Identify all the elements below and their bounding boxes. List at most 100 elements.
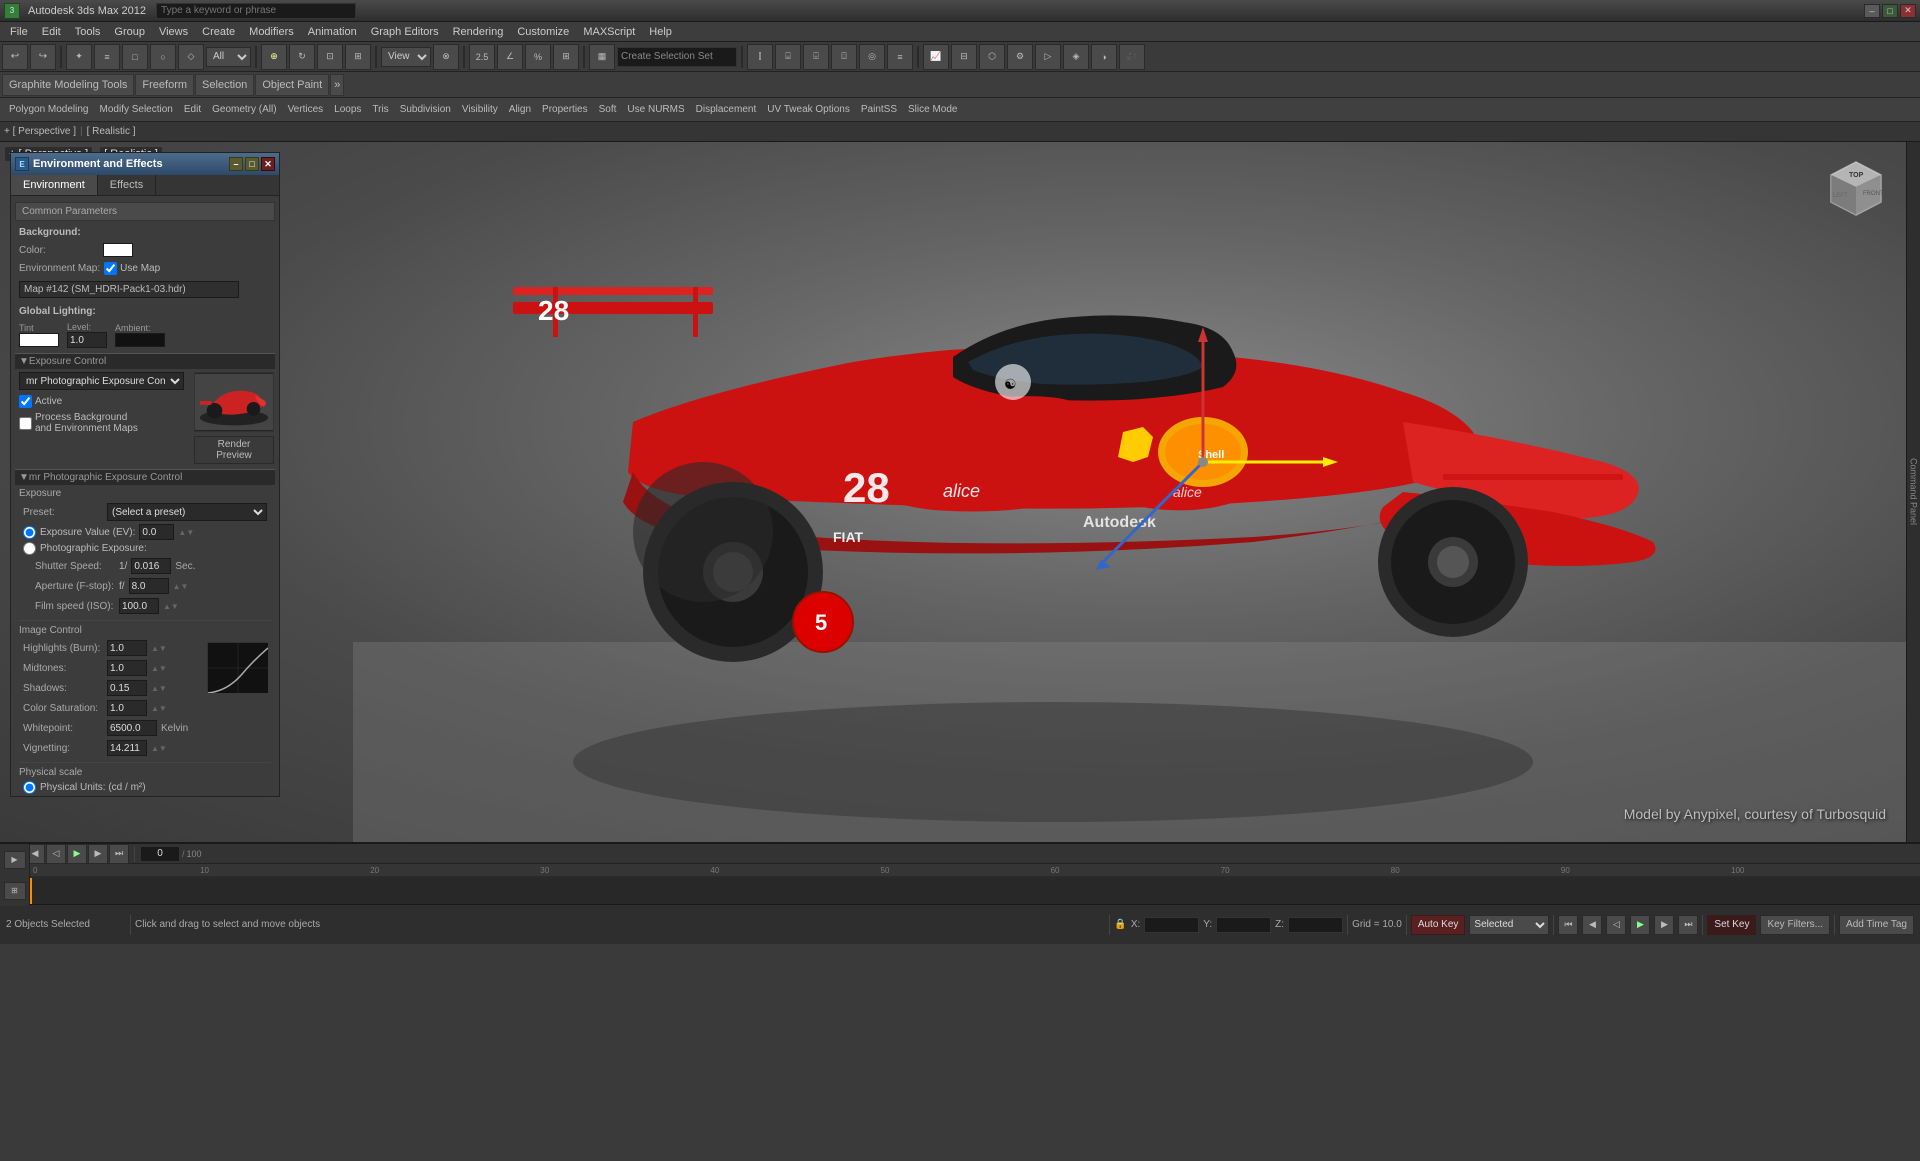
vignetting-input[interactable] <box>107 740 147 756</box>
status-next-frame[interactable]: ▶ <box>1654 915 1674 935</box>
render-last-btn[interactable]: ◈ <box>1063 44 1089 70</box>
env-panel-minimize[interactable]: – <box>229 157 243 171</box>
menu-edit[interactable]: Edit <box>36 24 67 40</box>
align-btn[interactable]: ⌸ <box>775 44 801 70</box>
highlights-input[interactable] <box>107 640 147 656</box>
snap-angle-btn[interactable]: ∠ <box>497 44 523 70</box>
ev-value-input[interactable] <box>139 524 174 540</box>
undo-button[interactable]: ↩ <box>2 44 28 70</box>
timeline-ruler[interactable]: 0 10 20 30 40 50 60 70 80 90 100 <box>30 864 1920 904</box>
circle-select-btn[interactable]: ○ <box>150 44 176 70</box>
next-frame-btn[interactable]: ▶ <box>88 844 108 864</box>
expand-toolbar-btn[interactable]: » <box>330 74 344 96</box>
tint-swatch[interactable] <box>19 333 59 347</box>
status-prev-frame[interactable]: ◀ <box>1582 915 1602 935</box>
mirror-btn[interactable]: ⫿ <box>747 44 773 70</box>
render-setup-btn[interactable]: ⚙ <box>1007 44 1033 70</box>
shutter-input[interactable] <box>131 558 171 574</box>
loops-btn[interactable]: Loops <box>329 100 366 120</box>
lock-icon[interactable]: 🔒 <box>1114 919 1126 930</box>
polygon-modeling-btn[interactable]: Polygon Modeling <box>4 100 94 120</box>
maximize-button[interactable]: □ <box>1882 4 1898 18</box>
viewport-3d[interactable]: + [ Perspective ] [ Realistic ] <box>0 142 1906 842</box>
snap-percent-btn[interactable]: % <box>525 44 551 70</box>
y-input[interactable] <box>1216 917 1271 933</box>
visibility-btn[interactable]: Visibility <box>457 100 503 120</box>
viewport-cube-gizmo[interactable]: TOP FRONT LEFT <box>1821 157 1891 227</box>
level-input[interactable] <box>67 332 107 348</box>
scale-tool-btn[interactable]: ⊡ <box>317 44 343 70</box>
schematic-view-btn[interactable]: ⊟ <box>951 44 977 70</box>
displacement-btn[interactable]: Displacement <box>691 100 762 120</box>
shadows-input[interactable] <box>107 680 147 696</box>
whitepoint-input[interactable] <box>107 720 157 736</box>
edit-btn[interactable]: Edit <box>179 100 206 120</box>
bg-color-swatch[interactable] <box>103 243 133 257</box>
color-sat-input[interactable] <box>107 700 147 716</box>
env-panel-close[interactable]: ✕ <box>261 157 275 171</box>
status-play[interactable]: ▶ <box>1630 915 1650 935</box>
ec-active-checkbox[interactable]: Active <box>19 395 62 408</box>
layer-btn[interactable]: ≡ <box>887 44 913 70</box>
use-map-check[interactable] <box>104 262 117 275</box>
key-filters-btn[interactable]: Key Filters... <box>1760 915 1830 935</box>
pivot-btn[interactable]: ⊗ <box>433 44 459 70</box>
close-button[interactable]: ✕ <box>1900 4 1916 18</box>
paintss-btn[interactable]: PaintSS <box>856 100 902 120</box>
graphite-tools-btn[interactable]: Graphite Modeling Tools <box>2 74 134 96</box>
rotate-tool-btn[interactable]: ↻ <box>289 44 315 70</box>
use-map-checkbox[interactable]: Use Map <box>104 262 160 275</box>
rect-select-btn[interactable]: □ <box>122 44 148 70</box>
media-btn[interactable]: 🎥 <box>1119 44 1145 70</box>
menu-modifiers[interactable]: Modifiers <box>243 24 300 40</box>
map-file-display[interactable]: Map #142 (SM_HDRI-Pack1-03.hdr) <box>19 281 239 298</box>
lasso-select-btn[interactable]: ◇ <box>178 44 204 70</box>
film-input[interactable] <box>119 598 159 614</box>
soft-btn[interactable]: Soft <box>594 100 622 120</box>
snap-spinner-btn[interactable]: ⊞ <box>553 44 579 70</box>
named-select-btn[interactable]: ▦ <box>589 44 615 70</box>
properties-btn[interactable]: Properties <box>537 100 593 120</box>
play-btn[interactable]: ▶ <box>67 844 87 864</box>
search-input[interactable] <box>156 3 356 19</box>
geometry-all-btn[interactable]: Geometry (All) <box>207 100 281 120</box>
tris-btn[interactable]: Tris <box>367 100 393 120</box>
status-play-back[interactable]: ◁ <box>1606 915 1626 935</box>
ec-process-bg-check[interactable] <box>19 417 32 430</box>
menu-tools[interactable]: Tools <box>69 24 107 40</box>
subdivision-btn[interactable]: Subdivision <box>395 100 456 120</box>
select-by-name-btn[interactable]: ≡ <box>94 44 120 70</box>
redo-button[interactable]: ↪ <box>30 44 56 70</box>
vertices-btn[interactable]: Vertices <box>283 100 329 120</box>
add-time-tag-btn[interactable]: Add Time Tag <box>1839 915 1914 935</box>
timeline-left-btn2[interactable]: ⊞ <box>4 882 26 900</box>
physical-units-radio[interactable] <box>23 781 36 794</box>
ec-active-check[interactable] <box>19 395 32 408</box>
env-panel-restore[interactable]: □ <box>245 157 259 171</box>
render-preview-button[interactable]: Render Preview <box>194 436 274 464</box>
use-nurms-btn[interactable]: Use NURMS <box>622 100 689 120</box>
current-frame-input[interactable] <box>140 846 180 862</box>
menu-maxscript[interactable]: MAXScript <box>577 24 641 40</box>
select-object-btn[interactable]: ✦ <box>66 44 92 70</box>
normal-align-btn[interactable]: ⌼ <box>831 44 857 70</box>
ev-radio[interactable] <box>23 526 36 539</box>
preset-select[interactable]: (Select a preset) Sunlight Indoor <box>107 503 267 521</box>
snap-3d-btn[interactable]: 2.5 <box>469 44 495 70</box>
z-input[interactable] <box>1288 917 1343 933</box>
menu-create[interactable]: Create <box>196 24 241 40</box>
timeline-track[interactable] <box>30 878 1920 904</box>
freeform-btn[interactable]: Freeform <box>135 74 194 96</box>
select-manip-btn[interactable]: ⊞ <box>345 44 371 70</box>
status-go-start[interactable]: ⏮ <box>1558 915 1578 935</box>
minimize-button[interactable]: – <box>1864 4 1880 18</box>
render-frame-btn[interactable]: ▷ <box>1035 44 1061 70</box>
menu-rendering[interactable]: Rendering <box>447 24 510 40</box>
align-view-btn[interactable]: ⌹ <box>803 44 829 70</box>
object-paint-btn[interactable]: Object Paint <box>255 74 329 96</box>
ec-preset-select[interactable]: mr Photographic Exposure Contr... <box>19 372 184 390</box>
set-key-btn[interactable]: Set Key <box>1707 915 1756 935</box>
menu-group[interactable]: Group <box>108 24 151 40</box>
selection-btn[interactable]: Selection <box>195 74 254 96</box>
activeshade-btn[interactable]: ◑ <box>1091 44 1117 70</box>
